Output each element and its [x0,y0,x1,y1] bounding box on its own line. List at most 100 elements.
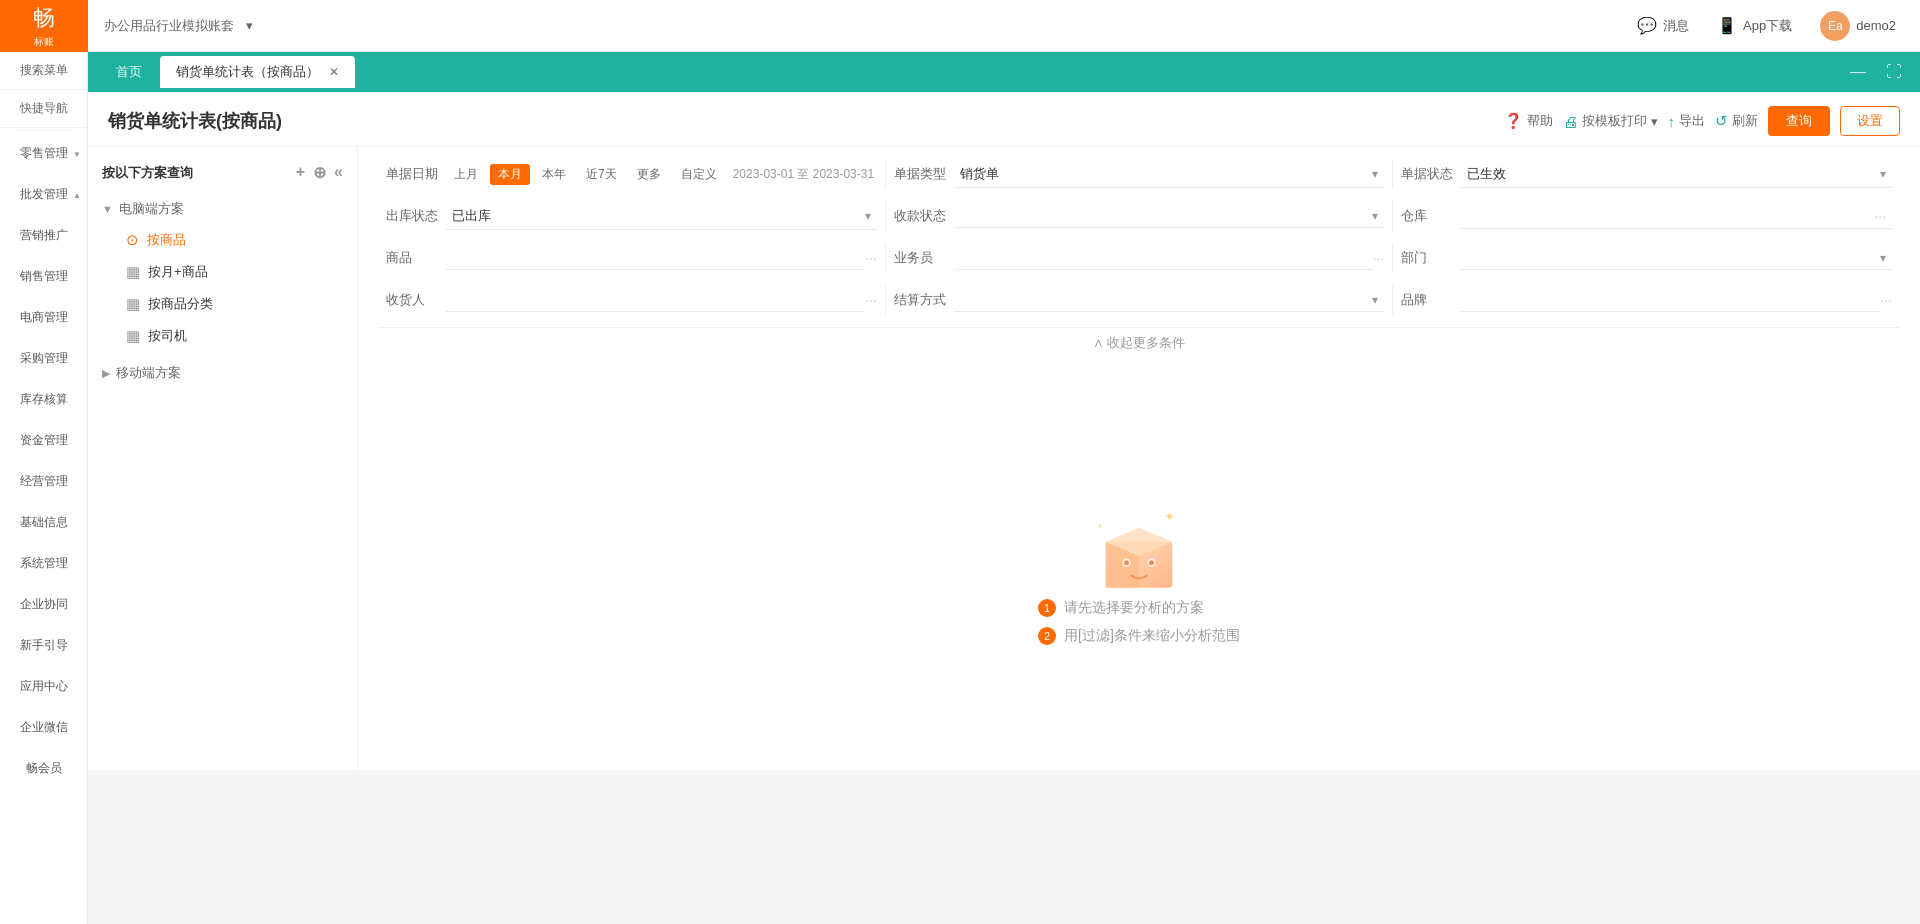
date-range-text: 2023-03-01 至 2023-03-31 [733,166,874,183]
tabbar-controls: — ⛶ [1844,58,1908,86]
date-pill-custom[interactable]: 自定义 [673,164,725,185]
collapse-filters-button[interactable]: ∧ 收起更多条件 [378,327,1900,358]
pc-section-header[interactable]: ▼ 电脑端方案 [88,194,357,224]
date-pill-7days[interactable]: 近7天 [578,164,625,185]
date-pill-thisyear[interactable]: 本年 [534,164,574,185]
empty-state: ✦ ✦ 1 请先选择要分析的方案 2 用[过滤]条件来缩小分析范围 [358,370,1920,770]
sidebar-item-quicknav[interactable]: 快捷导航 [0,90,87,128]
scheme-by-driver[interactable]: ▦ 按司机 [88,320,357,352]
scheme-by-category[interactable]: ▦ 按商品分类 [88,288,357,320]
warehouse-dots[interactable]: ··· [1874,208,1886,224]
sidebar-item-wechat[interactable]: 企业微信 [0,707,87,748]
doc-type-dropdown[interactable]: 销货单 ▾ [954,161,1385,188]
sidebar-item-wholesale[interactable]: 批发管理 [0,174,87,215]
empty-tip-1: 1 请先选择要分析的方案 [1038,599,1240,617]
sidebar-item-member[interactable]: 畅会员 [0,748,87,789]
tab-home[interactable]: 首页 [100,56,158,88]
salesperson-input[interactable] [954,246,1373,270]
department-dropdown[interactable]: ▾ [1461,247,1892,270]
brand-dots[interactable]: ··· [1880,292,1892,308]
svg-point-5 [1124,560,1129,565]
sidebar-item-search[interactable]: 搜索菜单 [0,52,87,90]
consignee-dots[interactable]: ··· [865,292,877,308]
empty-illustration: ✦ ✦ [1089,496,1189,599]
date-pill-more[interactable]: 更多 [629,164,669,185]
page-body: 按以下方案查询 + ⊕ « ▼ 电脑端方案 ⊙ [88,147,1920,770]
pc-section-title: 电脑端方案 [119,200,184,218]
brand-input[interactable] [1461,288,1880,312]
tab-home-label: 首页 [116,63,142,81]
minimize-button[interactable]: — [1844,58,1872,86]
sidebar-item-system[interactable]: 系统管理 [0,543,87,584]
query-button[interactable]: 查询 [1768,106,1830,136]
settings-button[interactable]: 设置 [1840,106,1900,136]
tab-sales-stats[interactable]: 销货单统计表（按商品） ✕ [160,56,355,88]
doc-type-arrow: ▾ [1372,167,1378,181]
svg-text:✦: ✦ [1164,509,1175,524]
add-scheme-icon[interactable]: + [296,163,305,182]
sidebar-item-marketing[interactable]: 营销推广 [0,215,87,256]
pc-toggle-icon: ▼ [102,203,113,215]
sidebar-item-ecommerce[interactable]: 电商管理 [0,297,87,338]
sidebar-item-inventory[interactable]: 库存核算 [0,379,87,420]
sidebar-item-apps[interactable]: 应用中心 [0,666,87,707]
tip-text-1: 请先选择要分析的方案 [1064,599,1204,617]
product-dots[interactable]: ··· [865,250,877,266]
print-icon: 🖨 [1563,113,1578,130]
collapse-panel-icon[interactable]: « [334,163,343,182]
export-button[interactable]: ↑ 导出 [1668,112,1706,130]
payment-status-label: 收款状态 [894,207,954,225]
filter-row-4: 收货人 ··· 结算方式 ▾ [378,285,1900,315]
warehouse-status-dropdown[interactable]: 已出库 ▾ [446,203,877,230]
empty-tips: 1 请先选择要分析的方案 2 用[过滤]条件来缩小分析范围 [1038,599,1240,645]
settlement-dropdown[interactable]: ▾ [954,289,1385,312]
app-download-button[interactable]: 📱 App下载 [1709,12,1800,39]
doc-status-dropdown[interactable]: 已生效 ▾ [1461,161,1892,188]
settlement-filter: 结算方式 ▾ [886,289,1393,312]
tab-close-icon[interactable]: ✕ [329,65,339,79]
warehouse-status-label: 出库状态 [386,207,446,225]
print-label: 按模板打印 [1582,112,1647,130]
sidebar-item-cooperation[interactable]: 企业协同 [0,584,87,625]
mobile-toggle-icon: ▶ [102,367,110,380]
scheme-by-product[interactable]: ⊙ 按商品 [88,224,357,256]
download-label: App下载 [1743,17,1792,35]
sidebar-item-retail[interactable]: 零售管理 [0,133,87,174]
app-dropdown[interactable]: ▾ [246,18,253,33]
sidebar-item-guide[interactable]: 新手引导 [0,625,87,666]
print-button[interactable]: 🖨 按模板打印 ▾ [1563,112,1658,130]
payment-status-dropdown[interactable]: ▾ [954,205,1385,228]
salesperson-filter: 业务员 ··· [886,246,1393,270]
edit-scheme-icon[interactable]: ⊕ [313,163,326,182]
help-button[interactable]: ❓ 帮助 [1504,112,1553,130]
refresh-button[interactable]: ↺ 刷新 [1715,112,1758,130]
message-button[interactable]: 💬 消息 [1629,12,1697,39]
filter-row-1: 单据日期 上月 本月 本年 近7天 更多 自定义 2023-03-01 至 20… [378,159,1900,189]
doc-status-arrow: ▾ [1880,167,1886,181]
maximize-button[interactable]: ⛶ [1880,58,1908,86]
mobile-section-header[interactable]: ▶ 移动端方案 [88,358,357,388]
warehouse-dropdown[interactable]: ··· [1461,204,1892,229]
product-input[interactable] [446,246,865,270]
message-icon: 💬 [1637,16,1657,35]
sidebar-item-basics[interactable]: 基础信息 [0,502,87,543]
consignee-input[interactable] [446,288,865,312]
scheme-by-month-product[interactable]: ▦ 按月+商品 [88,256,357,288]
print-dropdown-icon[interactable]: ▾ [1651,114,1658,129]
message-label: 消息 [1663,17,1689,35]
warehouse-status-value: 已出库 [452,207,861,225]
sidebar-item-finance[interactable]: 资金管理 [0,420,87,461]
date-pill-thismonth[interactable]: 本月 [490,164,530,185]
doc-status-filter: 单据状态 已生效 ▾ [1393,161,1900,188]
divider [17,130,69,131]
sidebar-item-sales[interactable]: 销售管理 [0,256,87,297]
date-pill-lastmonth[interactable]: 上月 [446,164,486,185]
user-area[interactable]: Ea demo2 [1812,7,1904,45]
salesperson-dots[interactable]: ··· [1373,250,1385,266]
query-panel-actions: + ⊕ « [296,163,343,182]
sidebar-item-operations[interactable]: 经营管理 [0,461,87,502]
consignee-filter: 收货人 ··· [378,288,885,312]
scheme-label: 按商品 [147,231,186,249]
sidebar-item-purchase[interactable]: 采购管理 [0,338,87,379]
salesperson-label: 业务员 [894,249,954,267]
